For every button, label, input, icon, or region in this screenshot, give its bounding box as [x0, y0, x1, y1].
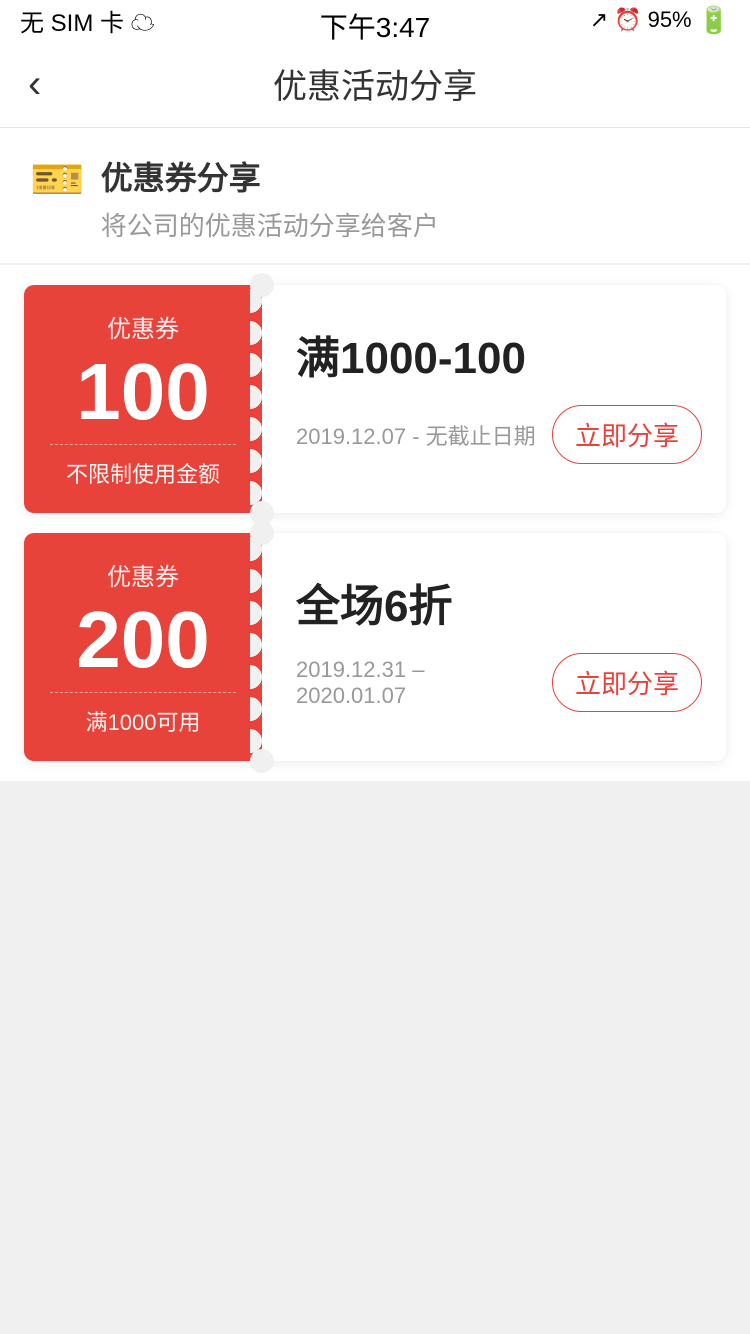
coupon-card-1: 优惠券 200 满1000可用 全场6折 2019.12.31 – 2020.0…	[24, 533, 726, 761]
battery-icon: 🔋	[698, 5, 730, 36]
notch-bottom-1	[250, 749, 274, 773]
coupon-card-0: 优惠券 100 不限制使用金额 满1000-100 2019.12.07 - 无…	[24, 285, 726, 513]
signal-text: 无 SIM 卡 ☁	[20, 3, 155, 38]
share-button-1[interactable]: 立即分享	[552, 653, 702, 712]
coupon-name-0: 满1000-100	[296, 333, 702, 386]
notch-top-1	[250, 521, 274, 545]
coupon-date-1: 2019.12.31 – 2020.01.07	[296, 657, 540, 709]
coupon-condition-1: 满1000可用	[86, 705, 201, 737]
coupon-left-0: 优惠券 100 不限制使用金额	[24, 285, 262, 513]
page-title: 优惠活动分享	[273, 59, 477, 108]
section-text: 优惠券分享 将公司的优惠活动分享给客户	[101, 158, 439, 243]
coupon-label-1: 优惠券	[107, 557, 179, 592]
coupon-date-row-1: 2019.12.31 – 2020.01.07 立即分享	[296, 653, 702, 712]
alarm-icon: ⏰	[614, 7, 641, 33]
bg-fill	[0, 781, 750, 1281]
coupon-label-0: 优惠券	[107, 309, 179, 344]
coupon-amount-1: 200	[76, 600, 209, 680]
coupon-amount-0: 100	[76, 352, 209, 432]
coupon-list: 优惠券 100 不限制使用金额 满1000-100 2019.12.07 - 无…	[0, 265, 750, 781]
coupon-divider-0	[50, 444, 235, 445]
coupon-left-1: 优惠券 200 满1000可用	[24, 533, 262, 761]
coupon-right-1: 全场6折 2019.12.31 – 2020.01.07 立即分享	[262, 533, 726, 761]
coupon-share-icon: 🎫	[30, 158, 85, 202]
coupon-date-row-0: 2019.12.07 - 无截止日期 立即分享	[296, 405, 702, 464]
share-button-0[interactable]: 立即分享	[552, 405, 702, 464]
coupon-name-1: 全场6折	[296, 581, 702, 634]
nav-bar: ‹ 优惠活动分享	[0, 40, 750, 128]
section-subtitle: 将公司的优惠活动分享给客户	[101, 206, 439, 243]
section-header: 🎫 优惠券分享 将公司的优惠活动分享给客户	[0, 128, 750, 263]
coupon-condition-0: 不限制使用金额	[66, 457, 220, 489]
status-right: ↗ ⏰ 95% 🔋	[590, 5, 730, 36]
back-button[interactable]: ‹	[28, 64, 41, 104]
location-icon: ↗	[590, 7, 608, 33]
coupon-date-0: 2019.12.07 - 无截止日期	[296, 419, 536, 451]
status-bar: 无 SIM 卡 ☁ 下午3:47 ↗ ⏰ 95% 🔋	[0, 0, 750, 40]
battery-text: 95%	[648, 7, 692, 33]
section-title: 优惠券分享	[101, 158, 439, 200]
status-left: 无 SIM 卡 ☁	[20, 3, 155, 38]
coupon-right-0: 满1000-100 2019.12.07 - 无截止日期 立即分享	[262, 285, 726, 513]
notch-top-0	[250, 273, 274, 297]
coupon-divider-1	[50, 692, 235, 693]
